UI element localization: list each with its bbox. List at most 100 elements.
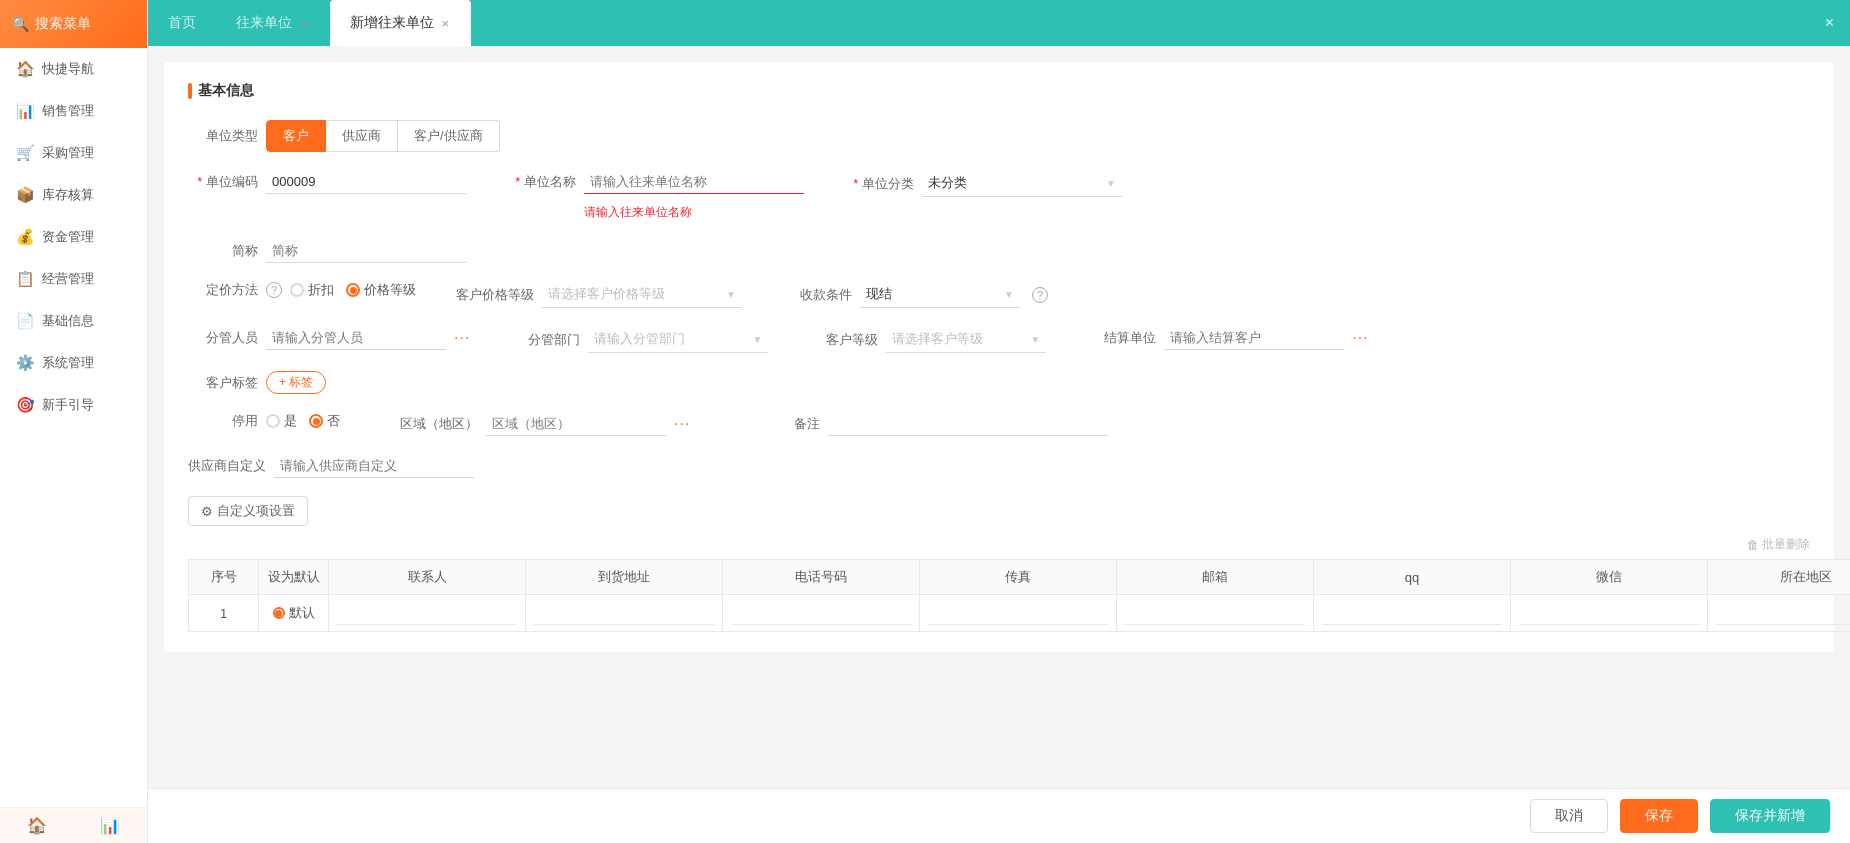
sidebar-item-system[interactable]: ⚙️ 系统管理 (0, 342, 147, 384)
wechat-input[interactable] (1519, 601, 1699, 625)
sidebar-item-basic-info[interactable]: 📄基础信息 (0, 300, 147, 342)
sidebar-item-quick-nav[interactable]: 🏠快捷导航 (0, 48, 147, 90)
section-title-basic: 基本信息 (188, 82, 1810, 100)
sidebar-bottom: 🏠 📊 (0, 807, 147, 843)
unit-name-input[interactable] (584, 170, 804, 194)
short-name-field: 简称 (188, 239, 466, 263)
tab-units[interactable]: 往来单位× (216, 0, 330, 46)
row-wechat[interactable] (1511, 595, 1708, 632)
supplier-custom-input[interactable] (274, 454, 474, 478)
department-arrow-icon: ▼ (752, 334, 762, 345)
system-icon: ⚙️ (16, 354, 34, 372)
disabled-yes-label: 是 (284, 412, 297, 430)
batch-delete-button[interactable]: 🗑 批量删除 (1747, 536, 1810, 553)
settlement-more-icon[interactable]: ··· (1352, 329, 1368, 347)
sidebar-search-label: 搜索菜单 (35, 15, 91, 33)
customer-level-select[interactable]: 请选择客户等级 ▼ (886, 326, 1046, 353)
row-address[interactable] (526, 595, 723, 632)
type-btn-supplier[interactable]: 供应商 (326, 120, 398, 152)
table-row: 1 默认 (189, 595, 1851, 632)
row-default[interactable]: 默认 (259, 595, 329, 632)
col-qq: qq (1314, 560, 1511, 595)
sidebar-bottom-home[interactable]: 🏠 (27, 816, 47, 835)
sidebar-item-label-purchase: 采购管理 (42, 144, 94, 162)
tab-home[interactable]: 首页 (148, 0, 216, 46)
default-radio-circle[interactable] (273, 607, 285, 619)
manager-more-icon[interactable]: ··· (454, 329, 470, 347)
tab-close-new-unit[interactable]: × (440, 16, 452, 31)
home-bottom-icon: 🏠 (27, 816, 47, 835)
sidebar-item-operations[interactable]: 📋经营管理 (0, 258, 147, 300)
supplier-custom-row: 供应商自定义 (188, 454, 1810, 478)
sidebar-item-guide[interactable]: 🎯新手引导 (0, 384, 147, 426)
email-input[interactable] (1125, 601, 1305, 625)
phone-input[interactable] (731, 601, 911, 625)
unit-type-field: 单位类型 客户 供应商 客户/供应商 (188, 120, 500, 152)
row-region[interactable] (1708, 595, 1851, 632)
customer-price-field: 客户价格等级 请选择客户价格等级 ▼ (456, 281, 742, 308)
guide-icon: 🎯 (16, 396, 34, 414)
table-header-row: 🗑 批量删除 (188, 536, 1810, 553)
sidebar-search[interactable]: 🔍 搜索菜单 (0, 0, 147, 48)
sidebar-item-inventory[interactable]: 📦库存核算 (0, 174, 147, 216)
unit-code-label: 单位编码 (188, 173, 258, 191)
unit-type-label: 单位类型 (188, 127, 258, 145)
search-icon: 🔍 (12, 16, 29, 32)
disabled-no-radio[interactable]: 否 (309, 412, 340, 430)
manager-row: 分管人员 ··· 分管部门 请输入分管部门 ▼ 客户等级 请选择客户等级 (188, 326, 1810, 353)
sidebar-item-sales[interactable]: 📊销售管理 (0, 90, 147, 132)
payment-terms-arrow-icon: ▼ (1004, 289, 1014, 300)
disabled-yes-radio[interactable]: 是 (266, 412, 297, 430)
contact-input[interactable] (337, 601, 517, 625)
save-and-new-button[interactable]: 保存并新增 (1710, 799, 1830, 833)
type-btn-both[interactable]: 客户/供应商 (398, 120, 500, 152)
pricing-help-icon[interactable]: ? (266, 282, 282, 298)
address-input[interactable] (534, 601, 714, 625)
region-input[interactable] (486, 412, 666, 436)
sidebar-bottom-chart[interactable]: 📊 (100, 816, 120, 835)
tab-close-units[interactable]: × (298, 16, 310, 31)
sidebar-item-label-finance: 资金管理 (42, 228, 94, 246)
sidebar-item-label-system: 系统管理 (42, 354, 94, 372)
pricing-level-radio[interactable]: 价格等级 (346, 281, 416, 299)
short-name-input[interactable] (266, 239, 466, 263)
row-phone[interactable] (723, 595, 920, 632)
manager-input[interactable] (266, 326, 446, 350)
payment-help-icon[interactable]: ? (1032, 287, 1048, 303)
pricing-discount-radio[interactable]: 折扣 (290, 281, 334, 299)
save-button[interactable]: 保存 (1620, 799, 1698, 833)
window-close-button[interactable]: × (1825, 14, 1850, 32)
sidebar-item-purchase[interactable]: 🛒采购管理 (0, 132, 147, 174)
customer-price-select[interactable]: 请选择客户价格等级 ▼ (542, 281, 742, 308)
sidebar-item-label-sales: 销售管理 (42, 102, 94, 120)
fax-input[interactable] (928, 601, 1108, 625)
row-region-input[interactable] (1716, 601, 1850, 625)
payment-terms-select[interactable]: 现结 ▼ (860, 281, 1020, 308)
contacts-table: 序号 设为默认 联系人 到货地址 电话号码 传真 邮箱 qq 微信 所在地区 操… (188, 559, 1850, 632)
qq-input[interactable] (1322, 601, 1502, 625)
cancel-button[interactable]: 取消 (1530, 799, 1608, 833)
inventory-icon: 📦 (16, 186, 34, 204)
remark-field: 备注 (750, 412, 1108, 436)
tab-new-unit[interactable]: 新增往来单位× (330, 0, 472, 46)
unit-category-select[interactable]: 未分类 ▼ (922, 170, 1122, 197)
add-tag-button[interactable]: + 标签 (266, 371, 326, 394)
disabled-radio-group: 是 否 (266, 412, 340, 430)
region-more-icon[interactable]: ··· (674, 415, 690, 433)
unit-code-input[interactable] (266, 170, 466, 194)
gear-icon: ⚙ (201, 504, 213, 519)
settlement-input[interactable] (1164, 326, 1344, 350)
sidebar-item-label-quick-nav: 快捷导航 (42, 60, 94, 78)
pricing-method-label: 定价方法 (188, 281, 258, 299)
type-btn-customer[interactable]: 客户 (266, 120, 326, 152)
custom-settings-button[interactable]: ⚙ 自定义项设置 (188, 496, 308, 526)
row-fax[interactable] (920, 595, 1117, 632)
section-title-text: 基本信息 (198, 82, 254, 100)
row-contact[interactable] (329, 595, 526, 632)
row-email[interactable] (1117, 595, 1314, 632)
row-qq[interactable] (1314, 595, 1511, 632)
remark-input[interactable] (828, 412, 1108, 436)
sidebar-item-finance[interactable]: 💰资金管理 (0, 216, 147, 258)
department-select[interactable]: 请输入分管部门 ▼ (588, 326, 768, 353)
tag-field: 客户标签 + 标签 (188, 371, 326, 394)
